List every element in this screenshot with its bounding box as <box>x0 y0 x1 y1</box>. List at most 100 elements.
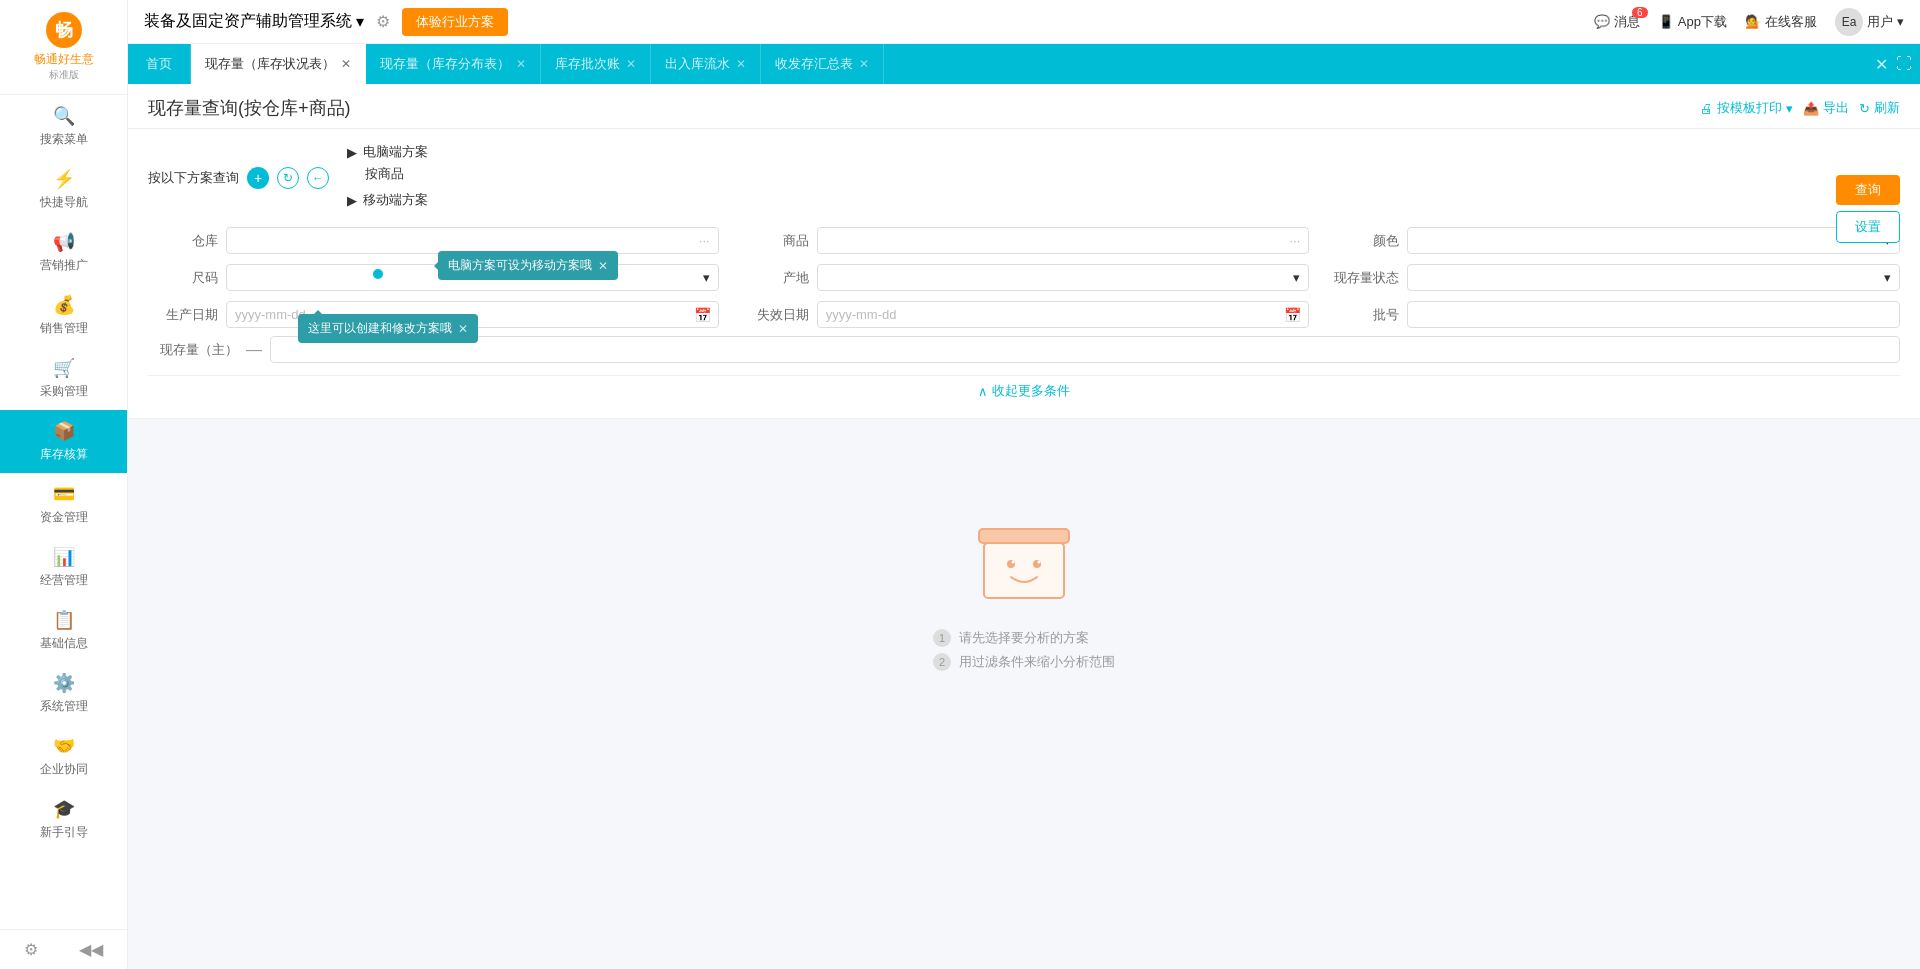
sidebar-item-inventory[interactable]: 📦 库存核算 <box>0 410 127 473</box>
sidebar-item-enterprise[interactable]: 🤝 企业协同 <box>0 725 127 788</box>
sidebar-item-search[interactable]: 🔍 搜索菜单 <box>0 95 127 158</box>
export-label: 导出 <box>1823 99 1849 117</box>
tooltip-pc-close[interactable]: ✕ <box>598 259 608 273</box>
tab-close-receive-summary[interactable]: ✕ <box>859 57 869 71</box>
filter-grid: 仓库 ··· 商品 ··· 颜色 <box>148 227 1900 291</box>
sidebar-item-system[interactable]: ⚙️ 系统管理 <box>0 662 127 725</box>
tab-batch-ledger[interactable]: 库存批次账 ✕ <box>541 44 651 84</box>
svg-rect-0 <box>979 529 1069 543</box>
reset-button[interactable]: 设置 <box>1836 211 1900 243</box>
empty-hint-1-text: 请先选择要分析的方案 <box>959 629 1089 647</box>
collapse-bar[interactable]: ∧ 收起更多条件 <box>148 375 1900 406</box>
sidebar-item-label: 基础信息 <box>40 635 88 652</box>
origin-label: 产地 <box>739 269 809 287</box>
sidebar-item-label: 系统管理 <box>40 698 88 715</box>
query-button[interactable]: 查询 <box>1836 175 1900 205</box>
scheme-item1[interactable]: 按商品 <box>347 163 428 185</box>
empty-svg <box>964 499 1084 609</box>
tooltip-pc: 电脑方案可设为移动方案哦 ✕ <box>438 251 618 280</box>
scheme-group-pc: ▶ 电脑端方案 按商品 <box>347 141 428 185</box>
content-area: 现存量查询(按仓库+商品) 🖨 按模板打印 ▾ 📤 导出 ↻ 刷新 <box>128 84 1920 969</box>
settings-footer-btn[interactable]: ⚙ <box>24 940 38 959</box>
tab-close-inventory-dist[interactable]: ✕ <box>516 57 526 71</box>
empty-state: 1 请先选择要分析的方案 2 用过滤条件来缩小分析范围 <box>128 419 1920 757</box>
scheme-item1-label: 按商品 <box>365 165 404 183</box>
inventory-input[interactable] <box>270 336 1900 363</box>
sidebar-item-sales[interactable]: 💰 销售管理 <box>0 284 127 347</box>
user-chevron-icon: ▾ <box>1897 14 1904 29</box>
tab-inventory-status[interactable]: 现存量（库存状况表） ✕ <box>191 44 366 84</box>
scheme-list: ▶ 电脑端方案 按商品 ▶ 移动端方案 <box>347 141 428 215</box>
tooltip-pc-text: 电脑方案可设为移动方案哦 <box>448 257 592 274</box>
sidebar-item-quicknav[interactable]: ⚡ 快捷导航 <box>0 158 127 221</box>
exp-date-input[interactable] <box>817 301 1310 328</box>
tab-receive-summary[interactable]: 收发存汇总表 ✕ <box>761 44 884 84</box>
tab-close-batch-ledger[interactable]: ✕ <box>626 57 636 71</box>
origin-select[interactable]: ▾ <box>817 264 1310 291</box>
sidebar-item-newbie[interactable]: 🎓 新手引导 <box>0 788 127 851</box>
header-right: 💬 消息 6 📱 App下载 💁 在线客服 Ea 用户 ▾ <box>1594 8 1904 36</box>
tab-fullscreen-btn[interactable]: ⛶ <box>1896 55 1912 73</box>
sidebar-item-label: 经营管理 <box>40 572 88 589</box>
tooltip-create-text: 这里可以创建和修改方案哦 <box>308 320 452 337</box>
app-download-button[interactable]: 📱 App下载 <box>1658 13 1727 31</box>
color-select[interactable]: ▾ <box>1407 227 1900 254</box>
tooltip-create-close[interactable]: ✕ <box>458 322 468 336</box>
logo-icon: 畅 <box>46 12 82 48</box>
online-service-label: 在线客服 <box>1765 13 1817 31</box>
purchase-icon: 🛒 <box>53 357 75 379</box>
print-button[interactable]: 🖨 按模板打印 ▾ <box>1700 99 1793 117</box>
export-button[interactable]: 📤 导出 <box>1803 99 1849 117</box>
sidebar-item-label: 营销推广 <box>40 257 88 274</box>
inv-status-select[interactable]: ▾ <box>1407 264 1900 291</box>
user-menu[interactable]: Ea 用户 ▾ <box>1835 8 1904 36</box>
online-service-button[interactable]: 💁 在线客服 <box>1745 13 1817 31</box>
export-icon: 📤 <box>1803 101 1819 116</box>
filter-refresh-button[interactable]: ↻ <box>277 167 299 189</box>
newbie-icon: 🎓 <box>53 798 75 820</box>
scheme-mobile-expand[interactable]: ▶ 移动端方案 <box>347 189 428 211</box>
warehouse-select[interactable]: ··· <box>226 227 719 254</box>
top-header: 装备及固定资产辅助管理系统 ▾ ⚙ 体验行业方案 💬 消息 6 📱 App下载 … <box>128 0 1920 44</box>
batch-input[interactable] <box>1407 301 1900 328</box>
message-button[interactable]: 💬 消息 6 <box>1594 13 1640 31</box>
tab-home[interactable]: 首页 <box>128 44 191 84</box>
page-header: 现存量查询(按仓库+商品) 🖨 按模板打印 ▾ 📤 导出 ↻ 刷新 <box>128 84 1920 129</box>
tab-close-inout-flow[interactable]: ✕ <box>736 57 746 71</box>
tab-close-all-btn[interactable]: ✕ <box>1875 55 1888 74</box>
service-icon: 💁 <box>1745 14 1761 29</box>
trial-button[interactable]: 体验行业方案 <box>402 8 508 36</box>
exp-date-cal-icon[interactable]: 📅 <box>1284 307 1301 323</box>
tab-inout-flow[interactable]: 出入库流水 ✕ <box>651 44 761 84</box>
sidebar-item-purchase[interactable]: 🛒 采购管理 <box>0 347 127 410</box>
prod-date-cal-icon[interactable]: 📅 <box>694 307 711 323</box>
tab-close-inventory-status[interactable]: ✕ <box>341 57 351 71</box>
filter-add-button[interactable]: + <box>247 167 269 189</box>
filter-area: 按以下方案查询 + ↻ ← ▶ 电脑端方案 按商品 <box>128 129 1920 419</box>
filter-back-button[interactable]: ← <box>307 167 329 189</box>
tab-inventory-dist[interactable]: 现存量（库存分布表） ✕ <box>366 44 541 84</box>
sidebar-item-operations[interactable]: 📊 经营管理 <box>0 536 127 599</box>
avatar: Ea <box>1835 8 1863 36</box>
sidebar-item-finance[interactable]: 💳 资金管理 <box>0 473 127 536</box>
sidebar-item-basic[interactable]: 📋 基础信息 <box>0 599 127 662</box>
basic-icon: 📋 <box>53 609 75 631</box>
gear-button[interactable]: ⚙ <box>376 12 390 31</box>
collapse-sidebar-btn[interactable]: ◀◀ <box>79 940 103 959</box>
sidebar-item-label: 资金管理 <box>40 509 88 526</box>
refresh-button[interactable]: ↻ 刷新 <box>1859 99 1900 117</box>
scheme-pc-label: 电脑端方案 <box>363 143 428 161</box>
empty-hints: 1 请先选择要分析的方案 2 用过滤条件来缩小分析范围 <box>933 629 1115 677</box>
color-label: 颜色 <box>1329 232 1399 250</box>
scheme-arrow-icon: ▶ <box>347 145 357 160</box>
sales-icon: 💰 <box>53 294 75 316</box>
filter-header: 按以下方案查询 + ↻ ← ▶ 电脑端方案 按商品 <box>148 141 1900 215</box>
sidebar-item-marketing[interactable]: 📢 营销推广 <box>0 221 127 284</box>
goods-select[interactable]: ··· <box>817 227 1310 254</box>
hint-num-2: 2 <box>933 653 951 671</box>
system-title-select[interactable]: 装备及固定资产辅助管理系统 ▾ <box>144 11 364 32</box>
page-actions: 🖨 按模板打印 ▾ 📤 导出 ↻ 刷新 <box>1700 99 1900 117</box>
goods-dots: ··· <box>1289 233 1300 248</box>
scheme-pc-expand[interactable]: ▶ 电脑端方案 <box>347 141 428 163</box>
chevron-up-icon: ∧ <box>978 384 988 399</box>
